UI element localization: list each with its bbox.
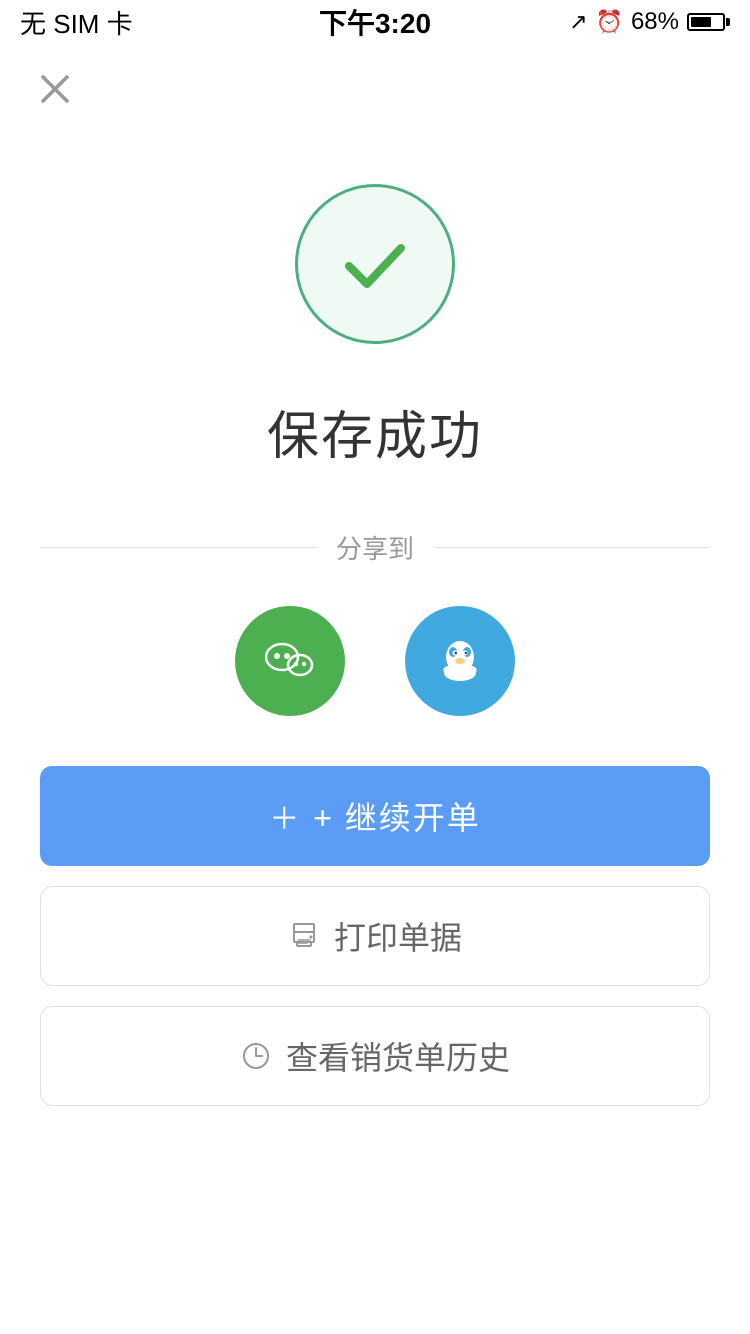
print-button[interactable]: 打印单据 bbox=[40, 886, 710, 986]
status-right: ↗ ⏰ 68% bbox=[569, 8, 730, 36]
history-icon bbox=[240, 1040, 272, 1072]
wechat-share-button[interactable] bbox=[235, 606, 345, 716]
close-button[interactable] bbox=[30, 64, 80, 114]
success-icon-circle bbox=[295, 184, 455, 344]
qq-share-button[interactable] bbox=[405, 606, 515, 716]
plus-icon: ＋ bbox=[269, 794, 299, 838]
location-icon: ↗ bbox=[569, 9, 587, 35]
no-sim-text: 无 SIM 卡 bbox=[20, 4, 133, 41]
share-section: 分享到 bbox=[40, 529, 710, 716]
continue-button[interactable]: ＋ + 继续开单 bbox=[40, 766, 710, 866]
action-buttons: ＋ + 继续开单 打印单据 bbox=[40, 766, 710, 1106]
share-icons bbox=[40, 606, 710, 716]
close-area bbox=[0, 44, 750, 134]
battery-icon bbox=[687, 13, 730, 31]
history-button[interactable]: 查看销货单历史 bbox=[40, 1006, 710, 1106]
status-time: 下午3:20 bbox=[319, 2, 431, 42]
continue-label: + 继续开单 bbox=[313, 793, 481, 839]
print-icon bbox=[288, 920, 320, 952]
battery-percent: 68% bbox=[631, 8, 679, 36]
status-bar: 无 SIM 卡 下午3:20 ↗ ⏰ 68% bbox=[0, 0, 750, 44]
history-label: 查看销货单历史 bbox=[286, 1033, 510, 1079]
print-label: 打印单据 bbox=[334, 913, 462, 959]
status-left: 无 SIM 卡 bbox=[20, 4, 141, 41]
success-title: 保存成功 bbox=[267, 394, 483, 469]
share-label: 分享到 bbox=[316, 529, 434, 566]
main-content: 保存成功 分享到 bbox=[0, 134, 750, 1334]
alarm-icon: ⏰ bbox=[596, 9, 623, 35]
share-divider: 分享到 bbox=[40, 529, 710, 566]
